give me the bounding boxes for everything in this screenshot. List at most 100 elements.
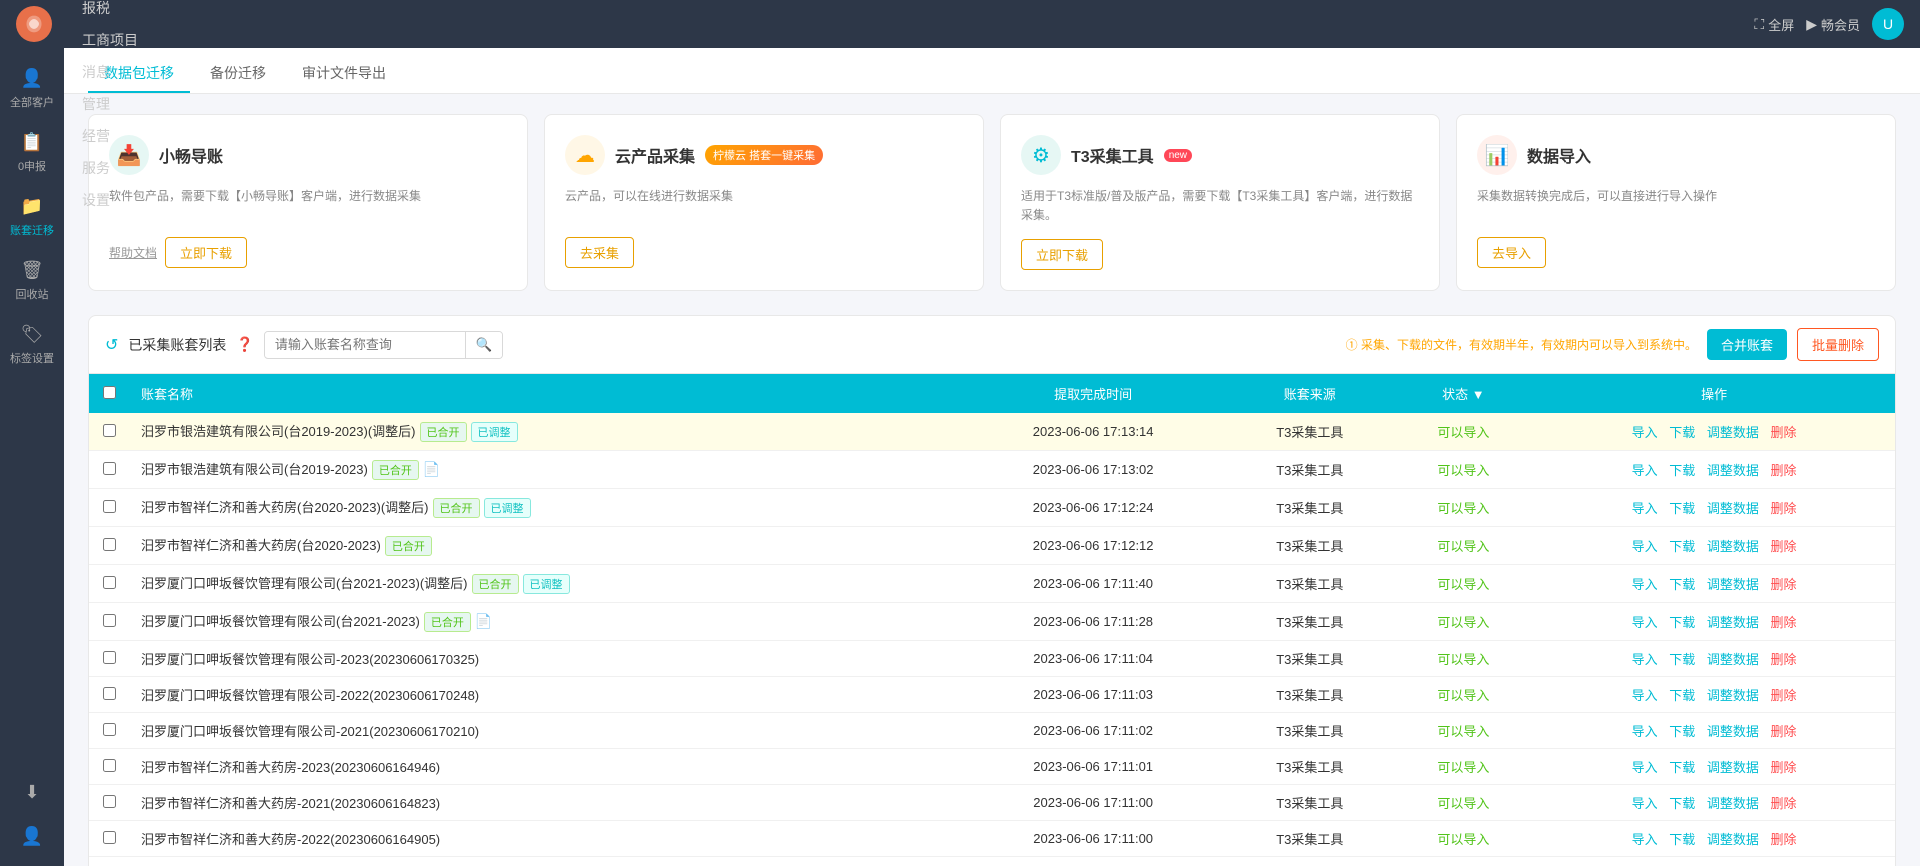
download-action[interactable]: 下载 <box>1669 832 1695 847</box>
import-action[interactable]: 导入 <box>1632 463 1658 478</box>
download-action[interactable]: 下载 <box>1669 760 1695 775</box>
import-action[interactable]: 导入 <box>1632 832 1658 847</box>
row-checkbox[interactable] <box>103 538 116 551</box>
nav-item-设置[interactable]: 设置 <box>68 184 152 216</box>
adjust-action[interactable]: 调整数据 <box>1707 724 1759 739</box>
delete-action[interactable]: 删除 <box>1771 796 1797 811</box>
adjust-action[interactable]: 调整数据 <box>1707 425 1759 440</box>
file-icon: 📄 <box>475 613 492 629</box>
adjust-action[interactable]: 调整数据 <box>1707 463 1759 478</box>
download-action[interactable]: 下载 <box>1669 688 1695 703</box>
row-checkbox[interactable] <box>103 500 116 513</box>
select-all-checkbox[interactable] <box>103 386 116 399</box>
nav-item-报税[interactable]: 报税 <box>68 0 152 24</box>
sidebar-item-回收站[interactable]: 🗑回收站 <box>0 248 64 312</box>
import-action[interactable]: 导入 <box>1632 724 1658 739</box>
refresh-icon[interactable]: ↺ <box>105 335 118 355</box>
row-time: 2023-06-06 17:12:24 <box>960 489 1226 527</box>
delete-action[interactable]: 删除 <box>1771 652 1797 667</box>
import-action[interactable]: 导入 <box>1632 425 1658 440</box>
nav-item-管理[interactable]: 管理 <box>68 88 152 120</box>
adjust-action[interactable]: 调整数据 <box>1707 501 1759 516</box>
search-button[interactable]: 🔍 <box>465 332 503 358</box>
import-action[interactable]: 导入 <box>1632 760 1658 775</box>
download-action[interactable]: 下载 <box>1669 539 1695 554</box>
download-action[interactable]: 下载 <box>1669 577 1695 592</box>
sidebar-item-0申报[interactable]: 📋0申报 <box>0 120 64 184</box>
batch-delete-btn[interactable]: 批量删除 <box>1797 328 1879 361</box>
row-checkbox[interactable] <box>103 795 116 808</box>
tab-审计文件导出[interactable]: 审计文件导出 <box>286 53 402 93</box>
download-xiaochang-btn[interactable]: 立即下载 <box>165 237 247 268</box>
merge-accounts-btn[interactable]: 合并账套 <box>1707 329 1787 360</box>
row-checkbox[interactable] <box>103 651 116 664</box>
go-import-btn[interactable]: 去导入 <box>1477 237 1546 268</box>
adjust-action[interactable]: 调整数据 <box>1707 539 1759 554</box>
row-checkbox[interactable] <box>103 831 116 844</box>
import-action[interactable]: 导入 <box>1632 688 1658 703</box>
adjust-action[interactable]: 调整数据 <box>1707 760 1759 775</box>
delete-action[interactable]: 删除 <box>1771 832 1797 847</box>
search-input[interactable] <box>265 332 465 357</box>
import-action[interactable]: 导入 <box>1632 539 1658 554</box>
delete-action[interactable]: 删除 <box>1771 577 1797 592</box>
download-action[interactable]: 下载 <box>1669 615 1695 630</box>
sidebar-item-全部客户[interactable]: 👤全部客户 <box>0 56 64 120</box>
table-section-title: 已采集账套列表 ❓ <box>128 335 253 355</box>
collect-yun-btn[interactable]: 去采集 <box>565 237 634 268</box>
import-action[interactable]: 导入 <box>1632 577 1658 592</box>
import-action[interactable]: 导入 <box>1632 615 1658 630</box>
download-t3-btn[interactable]: 立即下载 <box>1021 239 1103 270</box>
download-action[interactable]: 下载 <box>1669 463 1695 478</box>
sidebar-bottom-item[interactable]: ⬇ <box>0 770 64 814</box>
download-action[interactable]: 下载 <box>1669 501 1695 516</box>
adjust-action[interactable]: 调整数据 <box>1707 615 1759 630</box>
tab-备份迁移[interactable]: 备份迁移 <box>194 53 282 93</box>
download-action[interactable]: 下载 <box>1669 652 1695 667</box>
delete-action[interactable]: 删除 <box>1771 463 1797 478</box>
row-checkbox[interactable] <box>103 462 116 475</box>
help-doc-btn[interactable]: 帮助文档 <box>109 244 157 261</box>
adjust-action[interactable]: 调整数据 <box>1707 652 1759 667</box>
row-checkbox[interactable] <box>103 576 116 589</box>
nav-item-工商项目[interactable]: 工商项目 <box>68 24 152 56</box>
row-checkbox[interactable] <box>103 614 116 627</box>
row-name: 汨罗市智祥仁济和善大药房-2023(20230606164946) <box>129 749 960 785</box>
help-icon[interactable]: ❓ <box>236 336 253 353</box>
card-header-t3: ⚙ T3采集工具 new <box>1021 135 1419 175</box>
row-checkbox[interactable] <box>103 687 116 700</box>
delete-action[interactable]: 删除 <box>1771 615 1797 630</box>
download-action[interactable]: 下载 <box>1669 796 1695 811</box>
import-action[interactable]: 导入 <box>1632 796 1658 811</box>
delete-action[interactable]: 删除 <box>1771 760 1797 775</box>
delete-action[interactable]: 删除 <box>1771 501 1797 516</box>
row-checkbox[interactable] <box>103 759 116 772</box>
member-btn[interactable]: ▶ 畅会员 <box>1806 15 1860 34</box>
adjust-action[interactable]: 调整数据 <box>1707 796 1759 811</box>
row-source: T3采集工具 <box>1226 527 1393 565</box>
fullscreen-btn[interactable]: ⛶ 全屏 <box>1754 15 1794 34</box>
adjust-action[interactable]: 调整数据 <box>1707 577 1759 592</box>
sidebar-bottom-item[interactable]: 👤 <box>0 814 64 858</box>
import-action[interactable]: 导入 <box>1632 652 1658 667</box>
row-actions: 导入 下载 调整数据 删除 <box>1533 785 1895 821</box>
delete-action[interactable]: 删除 <box>1771 425 1797 440</box>
sidebar-item-标签设置[interactable]: 🏷标签设置 <box>0 312 64 376</box>
delete-action[interactable]: 删除 <box>1771 688 1797 703</box>
nav-item-消息[interactable]: 消息 <box>68 56 152 88</box>
download-action[interactable]: 下载 <box>1669 425 1695 440</box>
download-action[interactable]: 下载 <box>1669 724 1695 739</box>
row-status: 可以导入 <box>1394 565 1534 603</box>
adjust-action[interactable]: 调整数据 <box>1707 688 1759 703</box>
row-checkbox[interactable] <box>103 723 116 736</box>
import-action[interactable]: 导入 <box>1632 501 1658 516</box>
adjust-action[interactable]: 调整数据 <box>1707 832 1759 847</box>
sidebar-item-账套迁移[interactable]: 📁账套迁移 <box>0 184 64 248</box>
nav-item-服务[interactable]: 服务 <box>68 152 152 184</box>
row-checkbox[interactable] <box>103 424 116 437</box>
row-time: 2023-06-06 17:11:03 <box>960 677 1226 713</box>
nav-item-经营[interactable]: 经营 <box>68 120 152 152</box>
delete-action[interactable]: 删除 <box>1771 724 1797 739</box>
delete-action[interactable]: 删除 <box>1771 539 1797 554</box>
user-avatar[interactable]: U <box>1872 8 1904 40</box>
